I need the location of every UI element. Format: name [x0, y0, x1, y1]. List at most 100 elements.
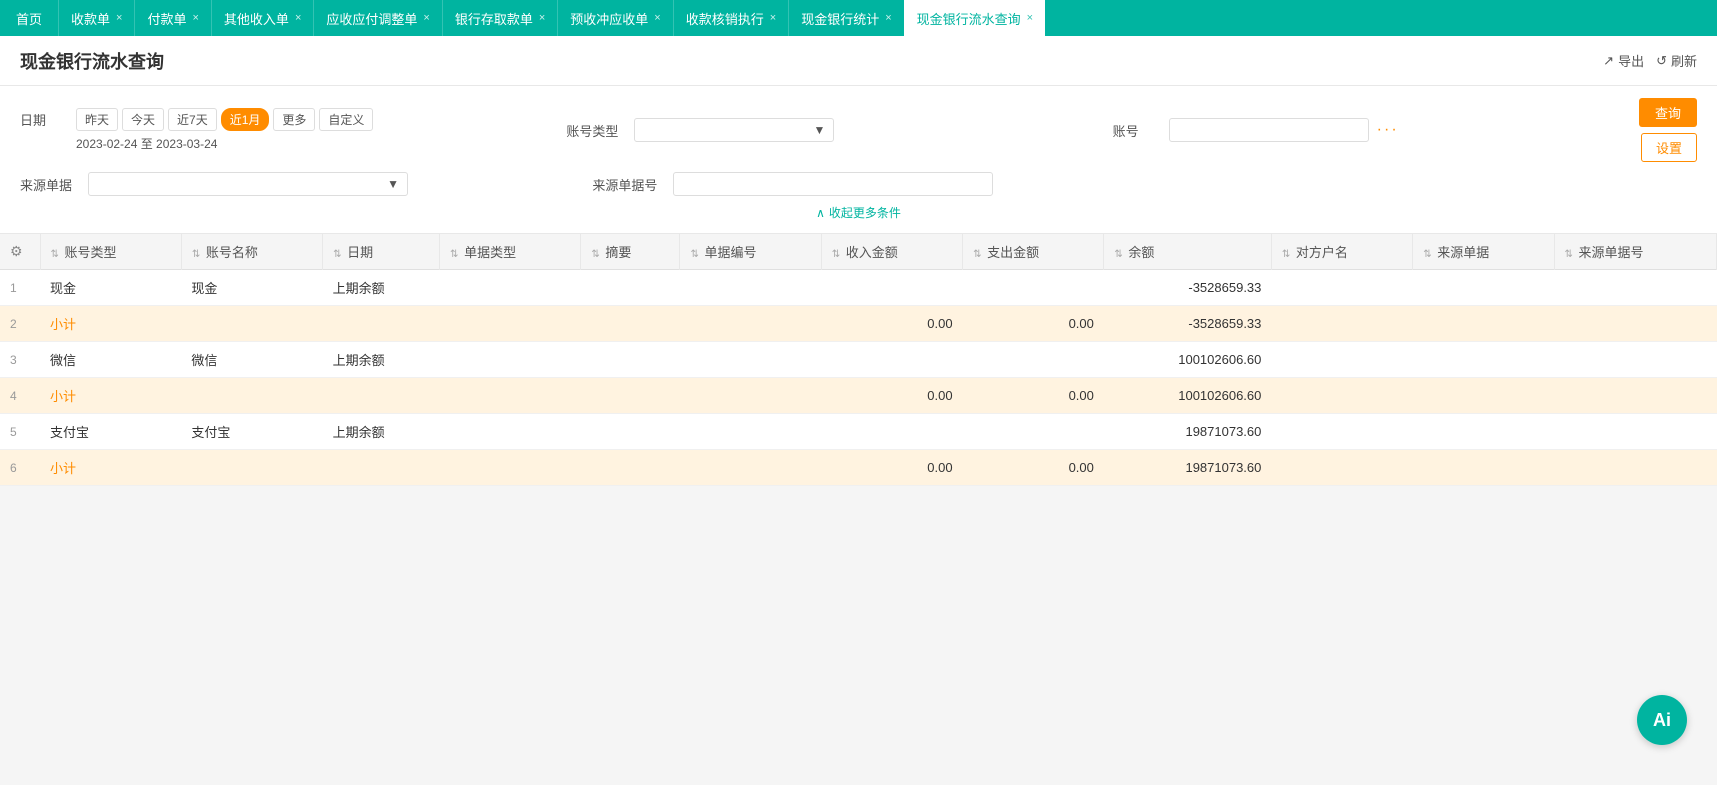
- cell-date: 上期余额: [323, 342, 440, 378]
- table-row[interactable]: 6小计0.000.0019871073.60: [0, 450, 1717, 486]
- dots-button[interactable]: ···: [1377, 121, 1399, 139]
- date-opt-more[interactable]: 更多: [273, 108, 315, 131]
- col-source-doc-no[interactable]: ⇅ 来源单据号: [1554, 234, 1716, 270]
- nav-home[interactable]: 首页: [0, 0, 58, 36]
- close-icon[interactable]: ×: [423, 12, 429, 24]
- nav-tab-yinhangcunkuan[interactable]: 银行存取款单 ×: [442, 0, 557, 36]
- filter-row-1: 日期 昨天 今天 近7天 近1月 更多 自定义 2023-02-24 至 202…: [20, 98, 1697, 162]
- table-row[interactable]: 3微信微信上期余额100102606.60: [0, 342, 1717, 378]
- date-options: 昨天 今天 近7天 近1月 更多 自定义: [76, 108, 373, 131]
- date-opt-1month[interactable]: 近1月: [221, 108, 270, 131]
- cell-income: [821, 270, 962, 306]
- table-row[interactable]: 2小计0.000.00-3528659.33: [0, 306, 1717, 342]
- cell-expense: [963, 270, 1104, 306]
- col-balance[interactable]: ⇅ 余额: [1104, 234, 1272, 270]
- cell-account-name: 现金: [181, 270, 322, 306]
- cell-doc-no: [680, 378, 821, 414]
- col-date[interactable]: ⇅ 日期: [323, 234, 440, 270]
- collapse-icon: ∧: [816, 206, 825, 220]
- close-icon[interactable]: ×: [295, 12, 301, 24]
- source-doc-label: 来源单据: [20, 175, 72, 194]
- cell-date: [323, 378, 440, 414]
- date-opt-7days[interactable]: 近7天: [168, 108, 217, 131]
- account-type-select[interactable]: ▼: [634, 118, 834, 142]
- cell-account-type: 小计: [40, 378, 181, 414]
- col-counterparty[interactable]: ⇅ 对方户名: [1271, 234, 1412, 270]
- source-doc-num-label: 来源单据号: [592, 175, 657, 194]
- source-doc-select[interactable]: ▼: [88, 172, 408, 196]
- account-input[interactable]: [1169, 118, 1369, 142]
- cell-expense: 0.00: [963, 378, 1104, 414]
- col-account-type[interactable]: ⇅ 账号类型: [40, 234, 181, 270]
- collapse-row: ∧ 收起更多条件: [20, 200, 1697, 221]
- refresh-button[interactable]: ↺ 刷新: [1656, 51, 1697, 70]
- cell-seq: 6: [0, 450, 40, 486]
- collapse-button[interactable]: ∧ 收起更多条件: [816, 204, 901, 221]
- col-expense[interactable]: ⇅ 支出金额: [963, 234, 1104, 270]
- settings-button[interactable]: 设置: [1641, 133, 1697, 162]
- nav-tab-xianjinliushui[interactable]: 现金银行流水查询 ×: [904, 0, 1045, 36]
- cell-source-doc: [1413, 270, 1554, 306]
- close-icon[interactable]: ×: [654, 12, 660, 24]
- table-row[interactable]: 1现金现金上期余额-3528659.33: [0, 270, 1717, 306]
- cell-summary: [581, 342, 680, 378]
- close-icon[interactable]: ×: [770, 12, 776, 24]
- close-icon[interactable]: ×: [1027, 12, 1033, 24]
- col-source-doc[interactable]: ⇅ 来源单据: [1413, 234, 1554, 270]
- close-icon[interactable]: ×: [192, 12, 198, 24]
- cell-doc-type: [440, 342, 581, 378]
- close-icon[interactable]: ×: [539, 12, 545, 24]
- cell-source-doc-no: [1554, 342, 1716, 378]
- sort-icon: ⇅: [51, 249, 59, 260]
- cell-counterparty: [1271, 342, 1412, 378]
- filter-row-2: 来源单据 ▼ 来源单据号: [20, 172, 1697, 196]
- cell-balance: -3528659.33: [1104, 306, 1272, 342]
- query-button[interactable]: 查询: [1639, 98, 1697, 127]
- date-opt-custom[interactable]: 自定义: [319, 108, 373, 131]
- chevron-down-icon: ▼: [387, 177, 399, 191]
- cell-income: 0.00: [821, 450, 962, 486]
- col-doc-type[interactable]: ⇅ 单据类型: [440, 234, 581, 270]
- nav-tab-xianjintongji[interactable]: 现金银行统计 ×: [788, 0, 903, 36]
- col-doc-no[interactable]: ⇅ 单据编号: [680, 234, 821, 270]
- cell-counterparty: [1271, 414, 1412, 450]
- top-nav: 首页 收款单 × 付款单 × 其他收入单 × 应收应付调整单 × 银行存取款单 …: [0, 0, 1717, 36]
- sort-icon: ⇅: [1282, 249, 1290, 260]
- page-header: 现金银行流水查询 ↗ 导出 ↺ 刷新: [0, 36, 1717, 86]
- sort-icon: ⇅: [333, 249, 341, 260]
- close-icon[interactable]: ×: [885, 12, 891, 24]
- account-type-label: 账号类型: [566, 121, 618, 140]
- table-row[interactable]: 4小计0.000.00100102606.60: [0, 378, 1717, 414]
- cell-balance: 19871073.60: [1104, 450, 1272, 486]
- cell-doc-no: [680, 306, 821, 342]
- cell-source-doc-no: [1554, 450, 1716, 486]
- nav-tab-shoudan[interactable]: 收款单 ×: [58, 0, 134, 36]
- chevron-down-icon: ▼: [813, 123, 825, 137]
- table-row[interactable]: 5支付宝支付宝上期余额19871073.60: [0, 414, 1717, 450]
- close-icon[interactable]: ×: [116, 12, 122, 24]
- col-income[interactable]: ⇅ 收入金额: [821, 234, 962, 270]
- date-opt-today[interactable]: 今天: [122, 108, 164, 131]
- col-settings[interactable]: ⚙: [0, 234, 40, 270]
- cell-source-doc: [1413, 378, 1554, 414]
- cell-source-doc: [1413, 342, 1554, 378]
- nav-tab-yingshouyingfu[interactable]: 应收应付调整单 ×: [313, 0, 441, 36]
- nav-tab-qitashourudan[interactable]: 其他收入单 ×: [211, 0, 313, 36]
- nav-tab-yushouchong[interactable]: 预收冲应收单 ×: [557, 0, 672, 36]
- ai-button[interactable]: Ai: [1637, 695, 1687, 745]
- date-opt-yesterday[interactable]: 昨天: [76, 108, 118, 131]
- nav-tab-fukudan[interactable]: 付款单 ×: [134, 0, 210, 36]
- cell-expense: [963, 414, 1104, 450]
- cell-expense: 0.00: [963, 306, 1104, 342]
- col-account-name[interactable]: ⇅ 账号名称: [181, 234, 322, 270]
- source-doc-num-input[interactable]: [673, 172, 993, 196]
- cell-summary: [581, 306, 680, 342]
- col-summary[interactable]: ⇅ 摘要: [581, 234, 680, 270]
- page-title: 现金银行流水查询: [20, 48, 164, 74]
- sort-icon: ⇅: [832, 249, 840, 260]
- cell-summary: [581, 414, 680, 450]
- export-button[interactable]: ↗ 导出: [1603, 51, 1644, 70]
- cell-date: [323, 450, 440, 486]
- cell-account-type: 支付宝: [40, 414, 181, 450]
- nav-tab-shoukuan[interactable]: 收款核销执行 ×: [673, 0, 788, 36]
